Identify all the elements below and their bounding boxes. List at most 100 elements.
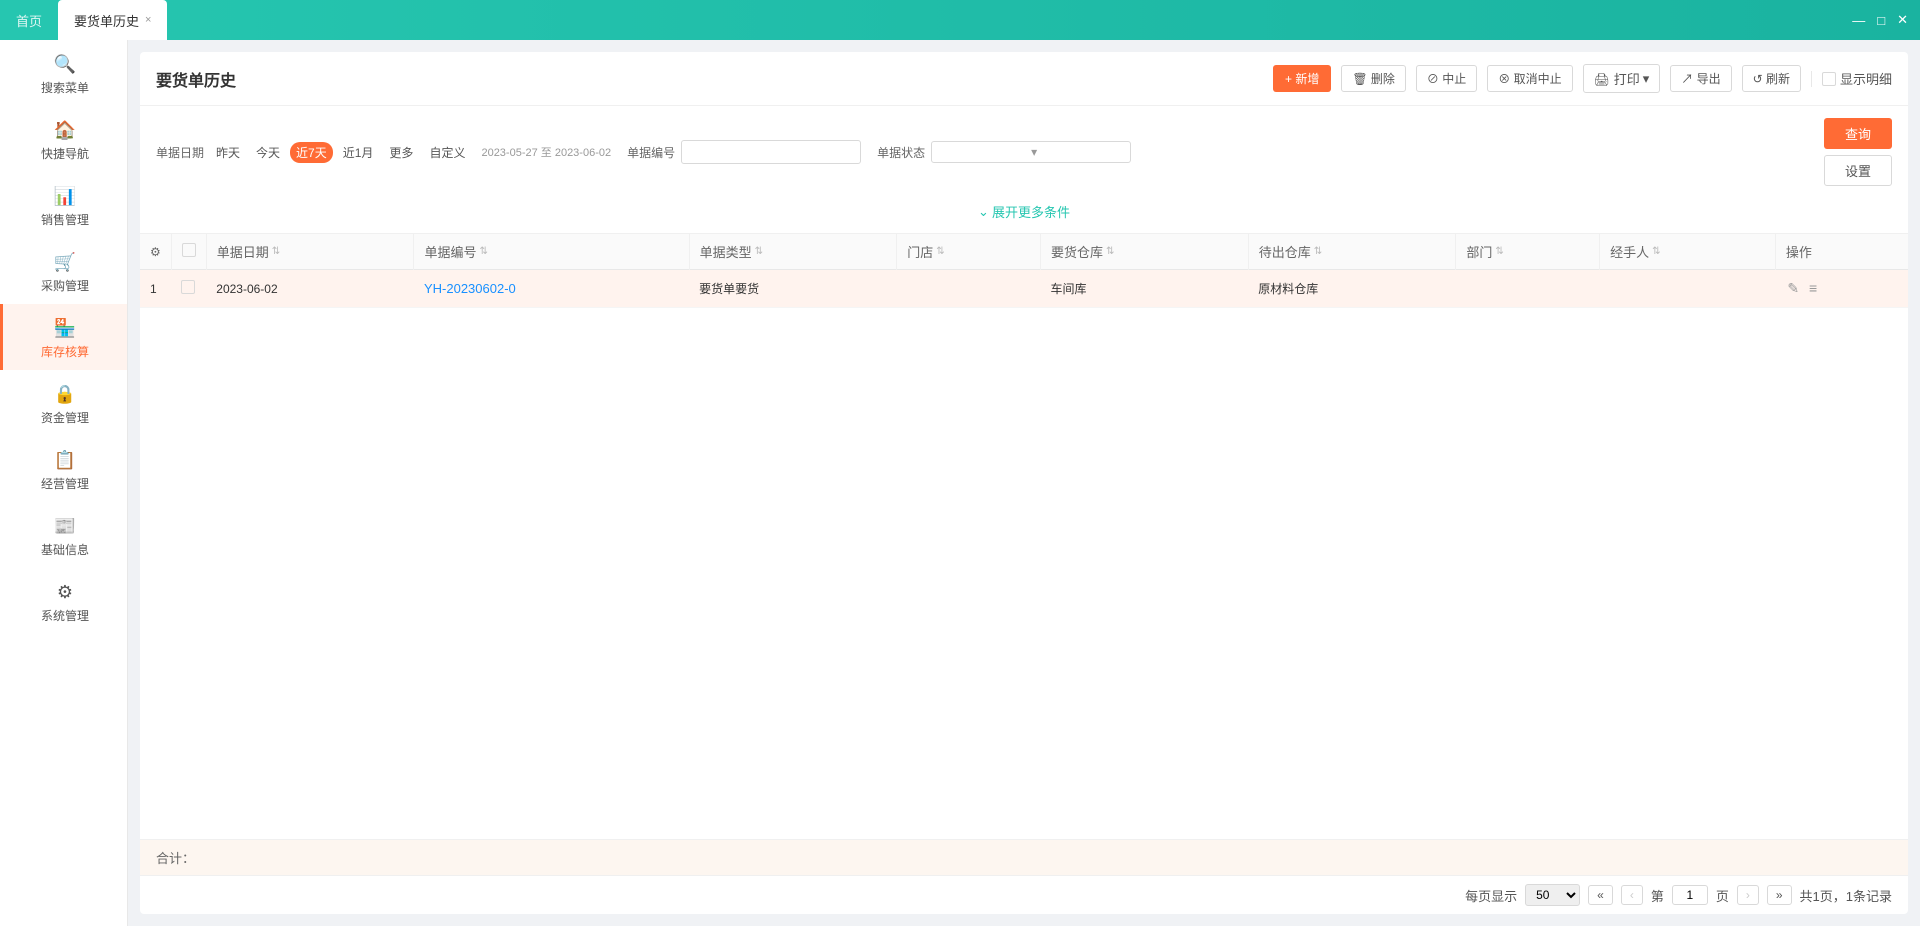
delete-button[interactable]: 🗑 删除 bbox=[1341, 65, 1406, 92]
more-action-icon[interactable]: ≡ bbox=[1807, 278, 1819, 299]
cell-doc-type: 要货单要货 bbox=[689, 270, 897, 308]
sales-icon: 📊 bbox=[54, 186, 76, 207]
date-range-display: 2023-05-27 至 2023-06-02 bbox=[481, 144, 611, 160]
tab-home[interactable]: 首页 bbox=[0, 0, 58, 40]
th-handler[interactable]: 经手人 ⇅ bbox=[1600, 234, 1776, 270]
edit-icon[interactable]: ✎ bbox=[1785, 278, 1801, 299]
close-window-icon[interactable]: ✕ bbox=[1897, 12, 1908, 28]
header-checkbox[interactable] bbox=[182, 243, 196, 257]
last-page-button[interactable]: » bbox=[1767, 885, 1792, 905]
table-row[interactable]: 1 2023-06-02 YH-20230602-0 要货单要货 车间库 原材料… bbox=[140, 270, 1908, 308]
sidebar-item-sales-mgmt[interactable]: 📊 销售管理 bbox=[0, 172, 127, 238]
sidebar-item-basic-info[interactable]: 📰 基础信息 bbox=[0, 502, 127, 568]
total-info: 共1页，1条记录 bbox=[1800, 886, 1892, 905]
doc-number-input[interactable] bbox=[681, 140, 861, 164]
page-number-input[interactable] bbox=[1672, 885, 1708, 905]
refresh-button[interactable]: ↺ 刷新 bbox=[1742, 65, 1801, 92]
cell-department bbox=[1456, 270, 1600, 308]
tab-close-icon[interactable]: × bbox=[145, 14, 151, 26]
shortcut-last1month[interactable]: 近1月 bbox=[337, 142, 380, 163]
sidebar-item-operations-mgmt[interactable]: 📋 经营管理 bbox=[0, 436, 127, 502]
new-button[interactable]: + 新增 bbox=[1273, 65, 1331, 92]
cell-store bbox=[897, 270, 1041, 308]
row-checkbox[interactable] bbox=[171, 270, 206, 308]
th-doc-number[interactable]: 单据编号 ⇅ bbox=[414, 234, 689, 270]
operations-icon: 📋 bbox=[54, 450, 76, 471]
date-filter-label: 单据日期 bbox=[156, 144, 204, 161]
status-dropdown-icon: ▾ bbox=[1031, 145, 1122, 159]
sidebar-item-purchase-mgmt[interactable]: 🛒 采购管理 bbox=[0, 238, 127, 304]
filter-docnumber-group: 单据编号 bbox=[627, 140, 861, 164]
sort-icon-handler: ⇅ bbox=[1652, 246, 1660, 257]
filter-bar: 单据日期 昨天 今天 近7天 近1月 更多 自定义 2023-05-27 至 2… bbox=[140, 106, 1908, 234]
th-req-warehouse[interactable]: 要货仓库 ⇅ bbox=[1040, 234, 1248, 270]
th-department[interactable]: 部门 ⇅ bbox=[1456, 234, 1600, 270]
th-operation: 操作 bbox=[1775, 234, 1908, 270]
sidebar-item-system-mgmt[interactable]: ⚙ 系统管理 bbox=[0, 568, 127, 634]
sidebar-item-quick-nav[interactable]: 🏠 快捷导航 bbox=[0, 106, 127, 172]
shortcut-more[interactable]: 更多 bbox=[383, 142, 419, 163]
purchase-icon: 🛒 bbox=[54, 252, 76, 273]
cell-req-warehouse: 车间库 bbox=[1040, 270, 1248, 308]
table-container: ⚙ 单据日期 ⇅ 单据编号 ⇅ bbox=[140, 234, 1908, 839]
filter-status-group: 单据状态 ▾ bbox=[877, 141, 1131, 163]
cell-pending-warehouse: 原材料仓库 bbox=[1248, 270, 1456, 308]
maximize-icon[interactable]: □ bbox=[1877, 13, 1885, 28]
tab-requisition-history[interactable]: 要货单历史 × bbox=[58, 0, 167, 40]
toolbar: + 新增 🗑 删除 ⊘ 中止 ⊗ 取消中止 🖨 打印 ▾ ↗ 导出 ↺ 刷新 显… bbox=[1273, 64, 1892, 93]
row-checkbox-icon[interactable] bbox=[181, 280, 195, 294]
page-header: 要货单历史 + 新增 🗑 删除 ⊘ 中止 ⊗ 取消中止 🖨 打印 ▾ ↗ 导出 … bbox=[140, 52, 1908, 106]
th-pending-warehouse[interactable]: 待出仓库 ⇅ bbox=[1248, 234, 1456, 270]
th-doc-type[interactable]: 单据类型 ⇅ bbox=[689, 234, 897, 270]
first-page-button[interactable]: « bbox=[1588, 885, 1613, 905]
filter-date-group: 单据日期 昨天 今天 近7天 近1月 更多 自定义 2023-05-27 至 2… bbox=[156, 142, 611, 163]
top-bar: 首页 要货单历史 × — □ ✕ bbox=[0, 0, 1920, 40]
expand-filter-button[interactable]: ⌄ 展开更多条件 bbox=[970, 198, 1078, 225]
main-table: ⚙ 单据日期 ⇅ 单据编号 ⇅ bbox=[140, 234, 1908, 308]
display-cells-toggle[interactable]: 显示明细 bbox=[1822, 69, 1892, 88]
display-cells-checkbox[interactable] bbox=[1822, 72, 1836, 86]
sort-icon-pending-warehouse: ⇅ bbox=[1314, 246, 1322, 257]
sidebar-item-search-menu[interactable]: 🔍 搜索菜单 bbox=[0, 40, 127, 106]
shortcut-today[interactable]: 今天 bbox=[250, 142, 286, 163]
cancel-stop-button[interactable]: ⊗ 取消中止 bbox=[1487, 65, 1572, 92]
status-filter-label: 单据状态 bbox=[877, 144, 925, 161]
settings-button[interactable]: 设置 bbox=[1824, 155, 1892, 186]
page-size-select[interactable]: 20 50 100 200 bbox=[1525, 884, 1580, 906]
toolbar-divider bbox=[1811, 71, 1812, 87]
sort-icon-department: ⇅ bbox=[1495, 246, 1503, 257]
action-icons: ✎ ≡ bbox=[1785, 278, 1898, 299]
shortcut-yesterday[interactable]: 昨天 bbox=[210, 142, 246, 163]
tab-bar: 首页 要货单历史 × bbox=[0, 0, 167, 40]
top-bar-right: — □ ✕ bbox=[1852, 12, 1920, 28]
export-button[interactable]: ↗ 导出 bbox=[1670, 65, 1731, 92]
sidebar-item-finance-mgmt[interactable]: 🔒 资金管理 bbox=[0, 370, 127, 436]
stop-button[interactable]: ⊘ 中止 bbox=[1416, 65, 1477, 92]
query-button[interactable]: 查询 bbox=[1824, 118, 1892, 149]
th-gear[interactable]: ⚙ bbox=[140, 234, 171, 270]
expand-row: ⌄ 展开更多条件 bbox=[156, 198, 1892, 225]
table-header-row: ⚙ 单据日期 ⇅ 单据编号 ⇅ bbox=[140, 234, 1908, 270]
prev-page-button[interactable]: ‹ bbox=[1621, 885, 1643, 905]
main-layout: 🔍 搜索菜单 🏠 快捷导航 📊 销售管理 🛒 采购管理 🏪 库存核算 🔒 资金管… bbox=[0, 40, 1920, 926]
filter-row-1: 单据日期 昨天 今天 近7天 近1月 更多 自定义 2023-05-27 至 2… bbox=[156, 118, 1892, 186]
sort-icon-doc-number: ⇅ bbox=[479, 246, 487, 257]
table-body: 1 2023-06-02 YH-20230602-0 要货单要货 车间库 原材料… bbox=[140, 270, 1908, 308]
th-store[interactable]: 门店 ⇅ bbox=[897, 234, 1041, 270]
search-icon: 🔍 bbox=[54, 54, 76, 75]
chevron-down-expand-icon: ⌄ bbox=[978, 204, 989, 220]
minimize-icon[interactable]: — bbox=[1852, 13, 1865, 28]
doc-number-link[interactable]: YH-20230602-0 bbox=[424, 281, 516, 296]
th-doc-date[interactable]: 单据日期 ⇅ bbox=[206, 234, 414, 270]
doc-number-label: 单据编号 bbox=[627, 144, 675, 161]
sidebar-item-inventory[interactable]: 🏪 库存核算 bbox=[0, 304, 127, 370]
system-icon: ⚙ bbox=[57, 582, 73, 603]
shortcut-last7days[interactable]: 近7天 bbox=[290, 142, 333, 163]
th-checkbox[interactable] bbox=[171, 234, 206, 270]
table-footer: 合计： bbox=[140, 839, 1908, 875]
next-page-button[interactable]: › bbox=[1737, 885, 1759, 905]
print-button[interactable]: 🖨 打印 ▾ bbox=[1583, 64, 1661, 93]
shortcut-custom[interactable]: 自定义 bbox=[423, 142, 471, 163]
content-area: 要货单历史 + 新增 🗑 删除 ⊘ 中止 ⊗ 取消中止 🖨 打印 ▾ ↗ 导出 … bbox=[128, 40, 1920, 926]
status-select[interactable]: ▾ bbox=[931, 141, 1131, 163]
